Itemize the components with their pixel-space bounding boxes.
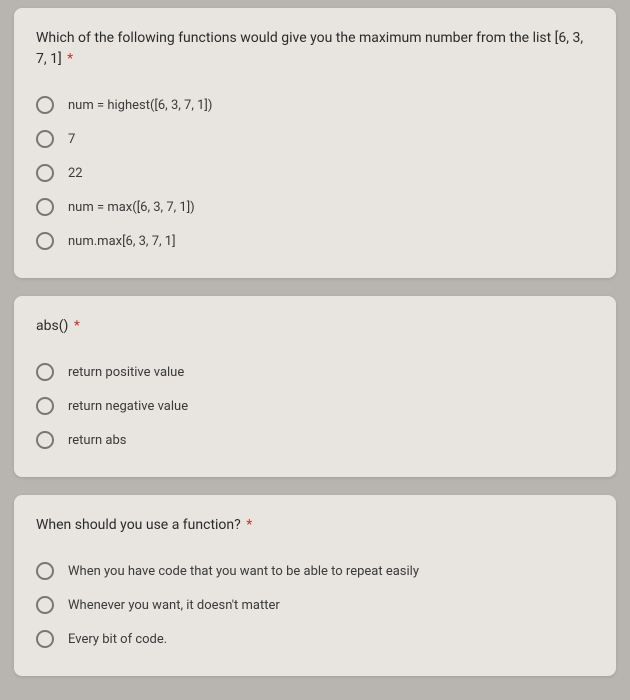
radio-icon (36, 630, 54, 648)
question-card: abs() * return positive value return neg… (14, 296, 616, 477)
option-label: return abs (68, 433, 127, 448)
option-label: Whenever you want, it doesn't matter (68, 598, 280, 613)
radio-icon (36, 130, 54, 148)
option-label: 22 (68, 166, 83, 181)
option[interactable]: 7 (36, 122, 594, 156)
required-asterisk: * (67, 51, 73, 67)
radio-icon (36, 198, 54, 216)
question-card: Which of the following functions would g… (14, 8, 616, 278)
option[interactable]: return positive value (36, 355, 594, 389)
radio-icon (36, 164, 54, 182)
radio-icon (36, 431, 54, 449)
option[interactable]: num = highest([6, 3, 7, 1]) (36, 88, 594, 122)
question-prompt-text: abs() (36, 318, 68, 334)
option-label: num.max[6, 3, 7, 1] (68, 234, 176, 249)
required-asterisk: * (74, 318, 80, 334)
option-label: When you have code that you want to be a… (68, 564, 419, 579)
question-prompt-text: When should you use a function? (36, 517, 241, 533)
option[interactable]: num = max([6, 3, 7, 1]) (36, 190, 594, 224)
option-label: return positive value (68, 365, 184, 380)
option-label: Every bit of code. (68, 632, 167, 647)
required-asterisk: * (246, 517, 252, 533)
option[interactable]: 22 (36, 156, 594, 190)
question-prompt: abs() * (36, 316, 594, 337)
radio-icon (36, 232, 54, 250)
options-group: return positive value return negative va… (36, 355, 594, 457)
radio-icon (36, 596, 54, 614)
radio-icon (36, 562, 54, 580)
option[interactable]: Every bit of code. (36, 622, 594, 656)
radio-icon (36, 96, 54, 114)
option[interactable]: return abs (36, 423, 594, 457)
question-card: When should you use a function? * When y… (14, 495, 616, 676)
option[interactable]: return negative value (36, 389, 594, 423)
option[interactable]: When you have code that you want to be a… (36, 554, 594, 588)
option[interactable]: Whenever you want, it doesn't matter (36, 588, 594, 622)
option-label: num = highest([6, 3, 7, 1]) (68, 98, 212, 113)
option-label: return negative value (68, 399, 188, 414)
question-prompt-text: Which of the following functions would g… (36, 30, 583, 67)
options-group: num = highest([6, 3, 7, 1]) 7 22 num = m… (36, 88, 594, 258)
question-prompt: Which of the following functions would g… (36, 28, 594, 70)
radio-icon (36, 363, 54, 381)
option-label: num = max([6, 3, 7, 1]) (68, 200, 195, 215)
option-label: 7 (68, 132, 75, 147)
radio-icon (36, 397, 54, 415)
options-group: When you have code that you want to be a… (36, 554, 594, 656)
question-prompt: When should you use a function? * (36, 515, 594, 536)
option[interactable]: num.max[6, 3, 7, 1] (36, 224, 594, 258)
